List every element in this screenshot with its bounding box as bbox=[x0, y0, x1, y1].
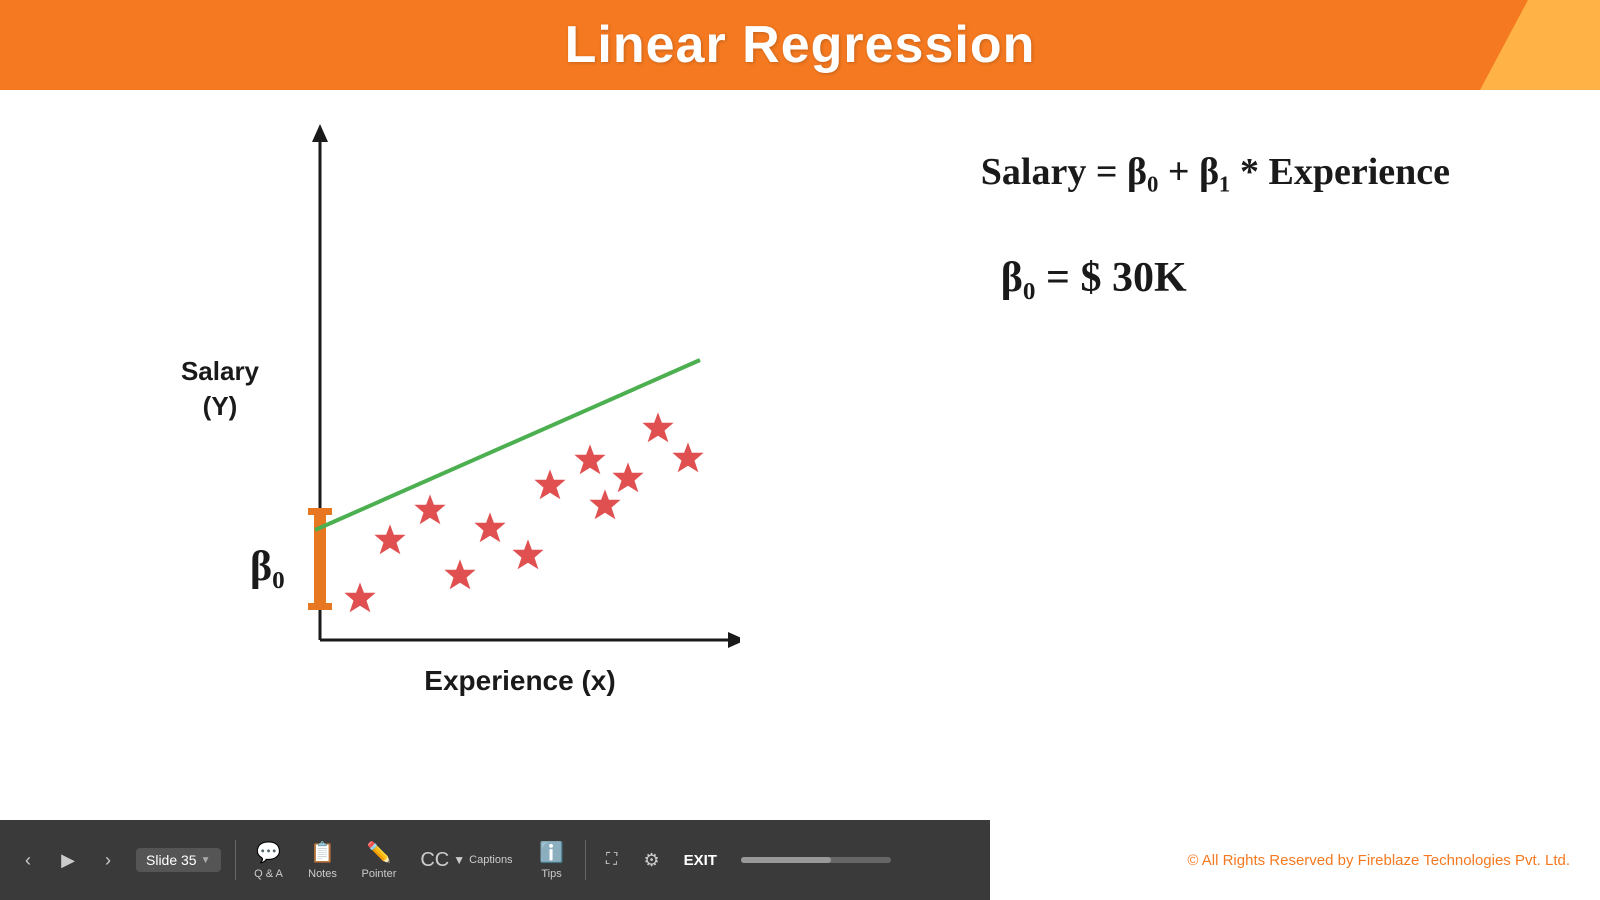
toolbar-separator-2 bbox=[585, 840, 586, 880]
slide-title: Linear Regression bbox=[565, 15, 1036, 75]
svg-text:β₀: β₀ bbox=[250, 544, 285, 590]
svg-text:Salary: Salary bbox=[181, 356, 260, 386]
footer-copyright: © All Rights Reserved by Fireblaze Techn… bbox=[990, 820, 1600, 900]
qa-tool[interactable]: 💬 Q & A bbox=[244, 836, 294, 884]
notes-label: Notes bbox=[308, 868, 337, 880]
progress-bar-fill bbox=[741, 857, 831, 863]
captions-label: Captions bbox=[469, 854, 512, 866]
captions-icon: CC bbox=[420, 849, 449, 872]
slide-number-label: Slide 35 bbox=[146, 852, 197, 868]
nav-play-button[interactable]: ▶ bbox=[50, 842, 86, 878]
copyright-text: © All Rights Reserved by Fireblaze Techn… bbox=[1187, 852, 1570, 869]
captions-tool[interactable]: CC ▼ Captions bbox=[410, 845, 522, 876]
qa-icon: 💬 bbox=[256, 840, 281, 865]
progress-bar-container bbox=[741, 857, 891, 863]
nav-forward-button[interactable]: › bbox=[90, 842, 126, 878]
exit-button[interactable]: EXIT bbox=[674, 846, 727, 875]
tips-label: Tips bbox=[541, 868, 561, 880]
notes-tool[interactable]: 📋 Notes bbox=[298, 836, 348, 884]
formula-area: Salary = β₀ + β₁ * Experience β₀ = $ 30K bbox=[981, 150, 1450, 302]
settings-button[interactable]: ⚙ bbox=[634, 842, 670, 878]
svg-text:Experience (x): Experience (x) bbox=[424, 665, 615, 696]
chart-area: β₀ Salary (Y) Experience (x) bbox=[160, 120, 760, 740]
slide-dropdown-icon: ▼ bbox=[201, 855, 211, 866]
tips-icon: ℹ️ bbox=[539, 840, 564, 865]
fullscreen-button[interactable]: ⛶ bbox=[594, 842, 630, 878]
captions-dropdown-icon: ▼ bbox=[453, 853, 465, 867]
pointer-label: Pointer bbox=[362, 868, 397, 880]
tips-tool[interactable]: ℹ️ Tips bbox=[527, 836, 577, 884]
slide-indicator[interactable]: Slide 35 ▼ bbox=[136, 848, 221, 872]
notes-icon: 📋 bbox=[310, 840, 335, 865]
pointer-icon: ✏️ bbox=[366, 840, 391, 865]
svg-text:(Y): (Y) bbox=[203, 391, 238, 421]
beta0-formula: β₀ = $ 30K bbox=[1001, 254, 1450, 302]
main-formula: Salary = β₀ + β₁ * Experience bbox=[981, 150, 1450, 194]
pointer-tool[interactable]: ✏️ Pointer bbox=[352, 836, 407, 884]
toolbar-separator-1 bbox=[235, 840, 236, 880]
qa-label: Q & A bbox=[254, 868, 283, 880]
regression-chart: β₀ Salary (Y) Experience (x) bbox=[160, 120, 740, 710]
nav-back-button[interactable]: ‹ bbox=[10, 842, 46, 878]
toolbar: ‹ ▶ › Slide 35 ▼ 💬 Q & A 📋 Notes ✏️ Poin… bbox=[0, 820, 990, 900]
slide-content: β₀ Salary (Y) Experience (x) bbox=[0, 90, 1600, 810]
slide-header: Linear Regression bbox=[0, 0, 1600, 90]
